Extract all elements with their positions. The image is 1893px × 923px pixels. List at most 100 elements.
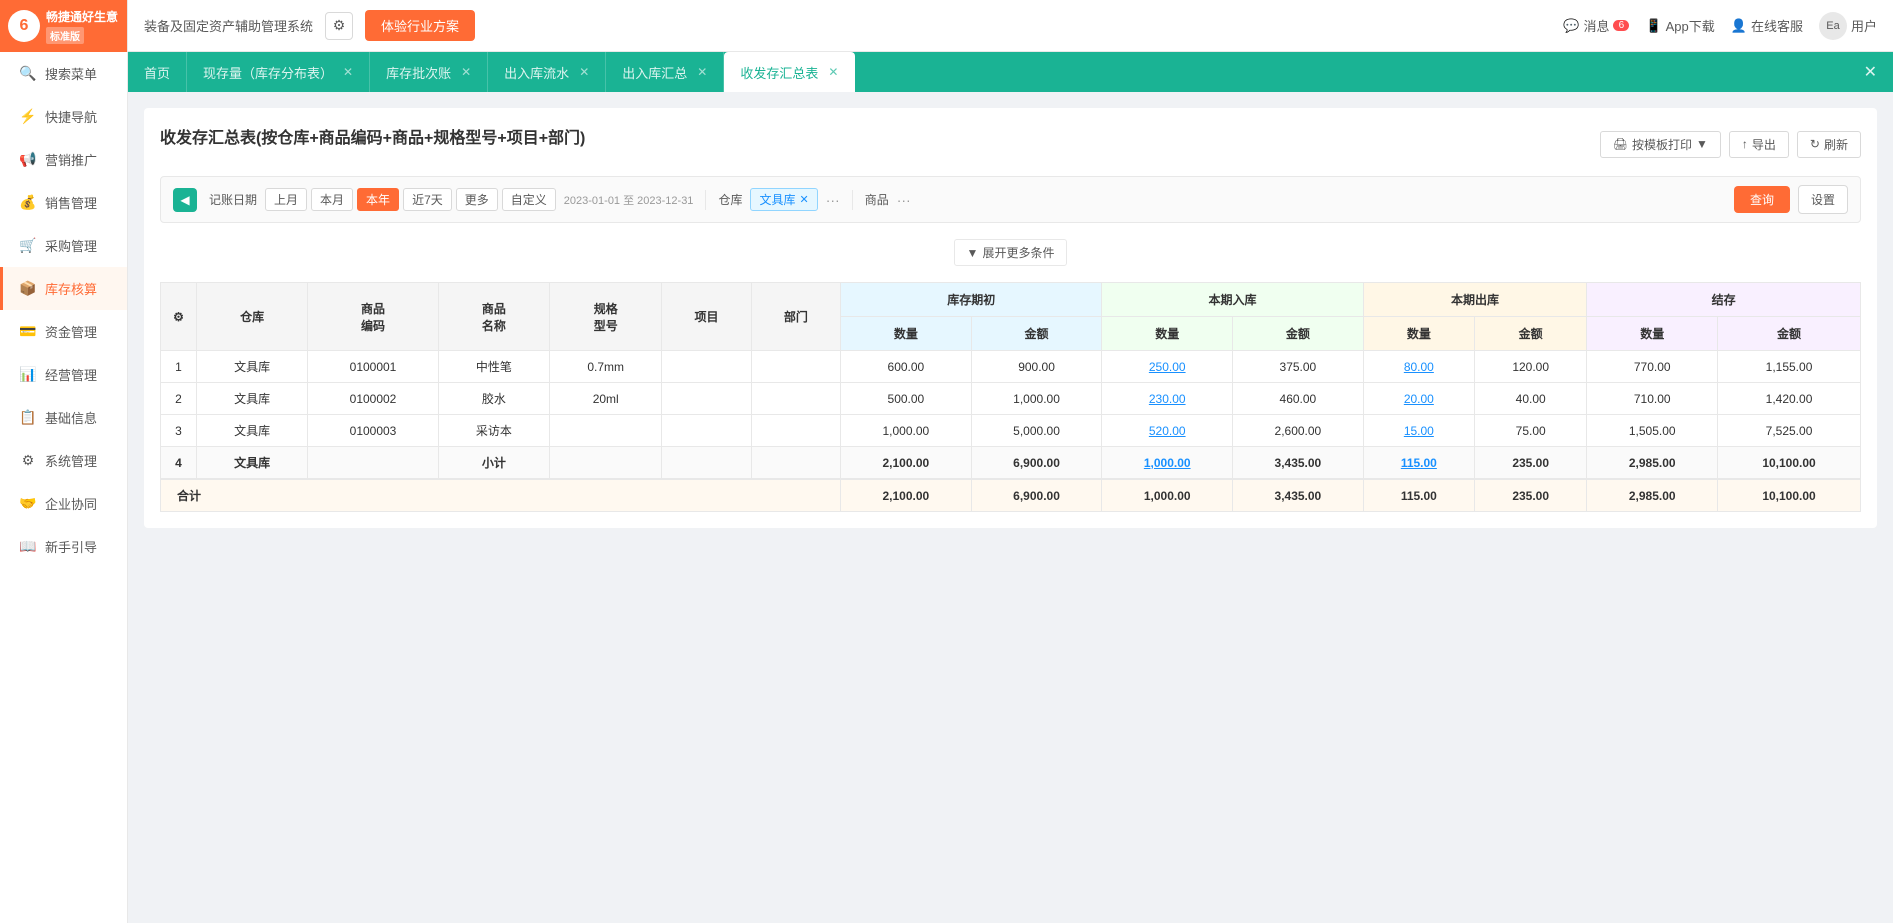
sidebar-item-sales[interactable]: 💰 销售管理 bbox=[0, 181, 127, 224]
tab-inventory-dist[interactable]: 现存量（库存分布表） ✕ bbox=[187, 52, 370, 92]
sidebar-item-operations[interactable]: 📊 经营管理 bbox=[0, 353, 127, 396]
row-close-amt: 1,420.00 bbox=[1718, 383, 1861, 415]
row-out-qty[interactable]: 115.00 bbox=[1363, 447, 1474, 480]
query-button[interactable]: 查询 bbox=[1734, 186, 1790, 213]
search-icon: 🔍 bbox=[19, 65, 37, 82]
system-title: 装备及固定资产辅助管理系统 bbox=[144, 16, 313, 35]
row-name: 胶水 bbox=[438, 383, 549, 415]
tab-receive-summary[interactable]: 收发存汇总表 ✕ bbox=[724, 52, 855, 92]
row-out-amt: 120.00 bbox=[1474, 351, 1586, 383]
avatar: Ea bbox=[1819, 12, 1847, 40]
row-open-qty: 1,000.00 bbox=[841, 415, 972, 447]
in-qty-header: 数量 bbox=[1102, 317, 1233, 351]
expand-conditions-button[interactable]: ▼ 展开更多条件 bbox=[954, 239, 1068, 266]
date-btn-this-month[interactable]: 本月 bbox=[311, 188, 353, 211]
tab-inout-flow[interactable]: 出入库流水 ✕ bbox=[488, 52, 606, 92]
date-btn-custom[interactable]: 自定义 bbox=[502, 188, 556, 211]
total-open-qty: 2,100.00 bbox=[841, 479, 972, 512]
date-btn-this-year[interactable]: 本年 bbox=[357, 188, 399, 211]
sidebar-item-quick-nav-label: 快捷导航 bbox=[45, 107, 97, 126]
table-settings-col[interactable]: ⚙ bbox=[161, 283, 197, 351]
sidebar-item-guide[interactable]: 📖 新手引导 bbox=[0, 525, 127, 568]
header-settings-button[interactable]: ⚙ bbox=[325, 12, 353, 40]
filter-divider-1 bbox=[705, 190, 706, 210]
quick-nav-icon: ⚡ bbox=[19, 108, 37, 125]
goods-more-button[interactable]: ··· bbox=[897, 192, 911, 208]
trial-button[interactable]: 体验行业方案 bbox=[365, 10, 475, 41]
row-out-qty[interactable]: 80.00 bbox=[1363, 351, 1474, 383]
tab-inout-summary[interactable]: 出入库汇总 ✕ bbox=[606, 52, 724, 92]
row-dept bbox=[751, 351, 840, 383]
print-button[interactable]: 🖨 按模板打印 ▼ bbox=[1600, 131, 1721, 158]
refresh-button[interactable]: ↻ 刷新 bbox=[1797, 131, 1861, 158]
tab-inout-flow-close[interactable]: ✕ bbox=[579, 65, 589, 79]
version-badge: 标准版 bbox=[46, 27, 84, 44]
row-project bbox=[662, 415, 751, 447]
row-in-qty[interactable]: 230.00 bbox=[1102, 383, 1233, 415]
row-project bbox=[662, 447, 751, 480]
sidebar-item-system[interactable]: ⚙ 系统管理 bbox=[0, 439, 127, 482]
row-close-qty: 1,505.00 bbox=[1587, 415, 1718, 447]
warehouse-tag-close-button[interactable]: ✕ bbox=[799, 193, 808, 206]
system-icon: ⚙ bbox=[19, 452, 37, 469]
download-icon: 📱 bbox=[1645, 18, 1661, 34]
row-open-amt: 1,000.00 bbox=[971, 383, 1102, 415]
app-download-button[interactable]: 📱 App下载 bbox=[1645, 16, 1714, 35]
row-out-amt: 75.00 bbox=[1474, 415, 1586, 447]
top-header: 装备及固定资产辅助管理系统 ⚙ 体验行业方案 💬 消息 6 📱 App下载 👤 … bbox=[128, 0, 1893, 52]
row-in-amt: 2,600.00 bbox=[1233, 415, 1364, 447]
inventory-icon: 📦 bbox=[19, 280, 37, 297]
tab-inout-flow-label: 出入库流水 bbox=[504, 63, 569, 82]
sidebar-item-basic-info[interactable]: 📋 基础信息 bbox=[0, 396, 127, 439]
row-open-qty: 500.00 bbox=[841, 383, 972, 415]
export-button[interactable]: ↑ 导出 bbox=[1729, 131, 1789, 158]
online-service-button[interactable]: 👤 在线客服 bbox=[1731, 16, 1803, 35]
sidebar-item-finance[interactable]: 💳 资金管理 bbox=[0, 310, 127, 353]
sidebar-item-purchase-label: 采购管理 bbox=[45, 236, 97, 255]
sidebar-item-sales-label: 销售管理 bbox=[45, 193, 97, 212]
tabs-close-all-button[interactable]: ✕ bbox=[1848, 62, 1893, 82]
tab-inout-summary-close[interactable]: ✕ bbox=[697, 65, 707, 79]
tab-home[interactable]: 首页 bbox=[128, 52, 187, 92]
row-dept bbox=[751, 415, 840, 447]
filter-settings-button[interactable]: 设置 bbox=[1798, 185, 1848, 214]
total-open-amt: 6,900.00 bbox=[971, 479, 1102, 512]
sidebar-item-quick-nav[interactable]: ⚡ 快捷导航 bbox=[0, 95, 127, 138]
row-no: 3 bbox=[161, 415, 197, 447]
table-row: 3文具库0100003采访本1,000.005,000.00520.002,60… bbox=[161, 415, 1861, 447]
data-table: ⚙ 仓库 商品编码 商品名称 规格型号 项目 部门 库存期初 本期入库 本期出库… bbox=[160, 282, 1861, 512]
filter-collapse-button[interactable]: ◀ bbox=[173, 188, 197, 212]
row-close-qty: 710.00 bbox=[1587, 383, 1718, 415]
warehouse-more-button[interactable]: ··· bbox=[826, 192, 840, 208]
row-close-amt: 7,525.00 bbox=[1718, 415, 1861, 447]
date-btn-last-month[interactable]: 上月 bbox=[265, 188, 307, 211]
messages-button[interactable]: 💬 消息 6 bbox=[1563, 16, 1629, 35]
sidebar-item-cooperation[interactable]: 🤝 企业协同 bbox=[0, 482, 127, 525]
col-warehouse-header: 仓库 bbox=[197, 283, 308, 351]
basic-info-icon: 📋 bbox=[19, 409, 37, 426]
row-in-qty[interactable]: 520.00 bbox=[1102, 415, 1233, 447]
row-out-qty[interactable]: 15.00 bbox=[1363, 415, 1474, 447]
row-open-qty: 600.00 bbox=[841, 351, 972, 383]
tab-batch[interactable]: 库存批次账 ✕ bbox=[370, 52, 488, 92]
sidebar-item-search[interactable]: 🔍 搜索菜单 bbox=[0, 52, 127, 95]
tab-batch-close[interactable]: ✕ bbox=[461, 65, 471, 79]
row-in-qty[interactable]: 250.00 bbox=[1102, 351, 1233, 383]
row-code bbox=[308, 447, 439, 480]
date-btn-7days[interactable]: 近7天 bbox=[403, 188, 452, 211]
guide-icon: 📖 bbox=[19, 538, 37, 555]
date-btn-more[interactable]: 更多 bbox=[456, 188, 498, 211]
sidebar-item-purchase[interactable]: 🛒 采购管理 bbox=[0, 224, 127, 267]
sales-icon: 💰 bbox=[19, 194, 37, 211]
row-name: 采访本 bbox=[438, 415, 549, 447]
row-in-qty[interactable]: 1,000.00 bbox=[1102, 447, 1233, 480]
messages-badge: 6 bbox=[1613, 20, 1629, 31]
tab-inventory-dist-close[interactable]: ✕ bbox=[343, 65, 353, 79]
tab-batch-label: 库存批次账 bbox=[386, 63, 451, 82]
sidebar-item-inventory[interactable]: 📦 库存核算 bbox=[0, 267, 127, 310]
user-menu-button[interactable]: Ea 用户 bbox=[1819, 12, 1877, 40]
tab-receive-summary-close[interactable]: ✕ bbox=[828, 65, 838, 79]
total-label: 合计 bbox=[161, 479, 841, 512]
sidebar-item-marketing[interactable]: 📢 营销推广 bbox=[0, 138, 127, 181]
row-out-qty[interactable]: 20.00 bbox=[1363, 383, 1474, 415]
